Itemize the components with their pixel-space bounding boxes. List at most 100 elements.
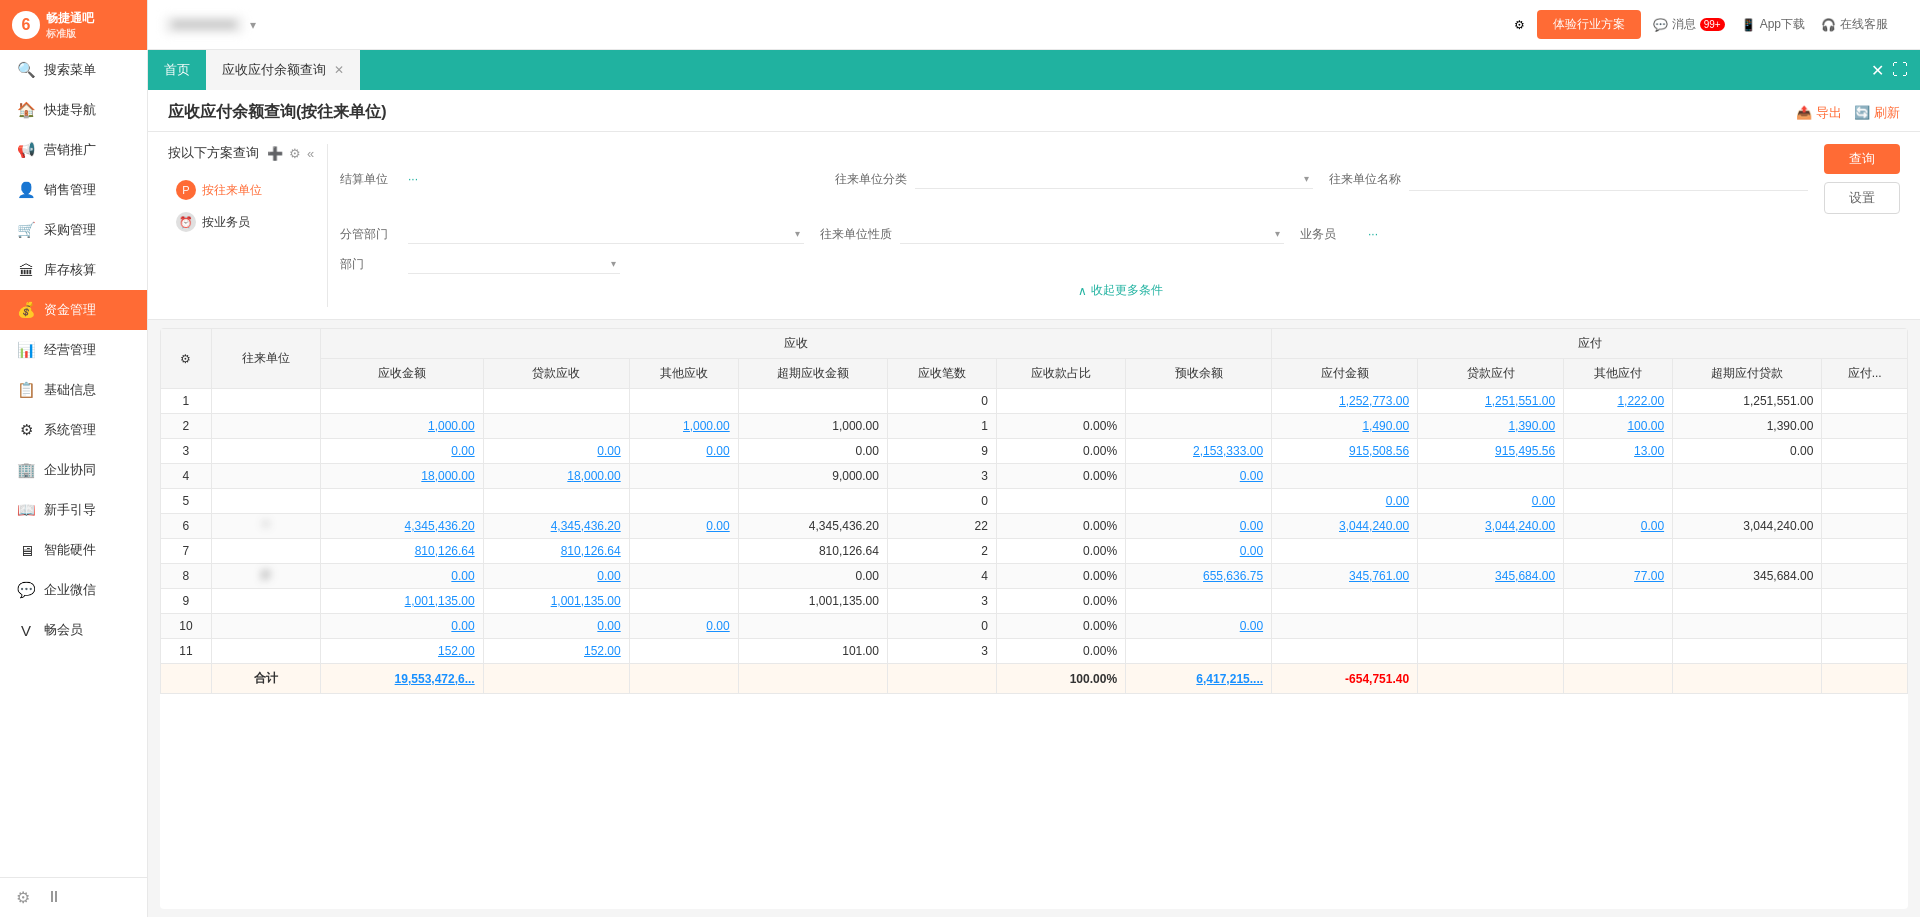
app-download[interactable]: 📱 App下载 (1741, 16, 1805, 33)
sidebar-item-member[interactable]: V畅会员 (0, 610, 147, 650)
cell-link[interactable]: 915,508.56 (1272, 439, 1418, 464)
cell-link[interactable]: 18,000.00 (320, 464, 483, 489)
cell-link[interactable]: 152.00 (320, 639, 483, 664)
collapse-button[interactable]: ∧ 收起更多条件 (340, 274, 1900, 307)
footer-advance[interactable]: 6,417,215.... (1126, 664, 1272, 694)
sidebar-item-finance[interactable]: 💰资金管理 (0, 290, 147, 330)
cell-link[interactable]: 0.00 (1126, 614, 1272, 639)
sidebar-item-smart[interactable]: 🖥智能硬件 (0, 530, 147, 570)
filter-option-by-unit[interactable]: P 按往来单位 (168, 174, 315, 206)
tab-close-icon[interactable]: ✕ (334, 63, 344, 77)
cell-link[interactable]: 1,252,773.00 (1272, 389, 1418, 414)
tab-ar-ap[interactable]: 应收应付余额查询 ✕ (206, 50, 360, 90)
breadcrumb-arrow-icon[interactable]: ▾ (250, 18, 256, 32)
cell-link[interactable]: 4,345,436.20 (483, 514, 629, 539)
filter-row-3: 部门 ▾ (340, 254, 1900, 274)
cell-link[interactable]: 0.00 (320, 614, 483, 639)
cell-link[interactable]: 1,001,135.00 (320, 589, 483, 614)
export-button[interactable]: 📤 导出 (1796, 104, 1842, 122)
settings-button[interactable]: 设置 (1824, 182, 1900, 214)
sidebar-item-wechat[interactable]: 💬企业微信 (0, 570, 147, 610)
sidebar-item-system[interactable]: ⚙系统管理 (0, 410, 147, 450)
cell-link[interactable]: 810,126.64 (320, 539, 483, 564)
cell-link[interactable]: 0.00 (483, 564, 629, 589)
cell-link[interactable]: 345,684.00 (1418, 564, 1564, 589)
message-icon[interactable]: 💬 消息 99+ (1653, 16, 1725, 33)
promo-button[interactable]: 体验行业方案 (1537, 10, 1641, 39)
topbar-settings-icon[interactable]: ⚙ (1514, 18, 1525, 32)
cell-link[interactable]: 1,490.00 (1272, 414, 1418, 439)
page-header: 应收应付余额查询(按往来单位) 📤 导出 🔄 刷新 (148, 90, 1920, 132)
cell-link[interactable]: 4,345,436.20 (320, 514, 483, 539)
footer-ap-amount: -654,751.40 (1272, 664, 1418, 694)
cell-link[interactable]: 655,636.75 (1126, 564, 1272, 589)
window-close-icon[interactable]: ✕ (1871, 61, 1884, 80)
sidebar-item-marketing[interactable]: 📢营销推广 (0, 130, 147, 170)
salesperson-dots-icon[interactable]: ··· (1368, 227, 1378, 241)
sidebar-item-warehouse[interactable]: 🏛库存核算 (0, 250, 147, 290)
online-service[interactable]: 🎧 在线客服 (1821, 16, 1888, 33)
window-maximize-icon[interactable]: ⛶ (1892, 61, 1908, 80)
cell-link[interactable]: 3,044,240.00 (1272, 514, 1418, 539)
filter-option-by-staff[interactable]: ⏰ 按业务员 (168, 206, 315, 238)
cell-link[interactable]: 18,000.00 (483, 464, 629, 489)
cell-link[interactable]: 0.00 (483, 614, 629, 639)
sidebar-item-purchase[interactable]: 🛒采购管理 (0, 210, 147, 250)
sidebar-settings-icon[interactable]: ⚙ (16, 888, 30, 907)
dept-manage-select[interactable]: ▾ (408, 224, 804, 244)
cell-link[interactable]: 0.00 (629, 439, 738, 464)
query-button[interactable]: 查询 (1824, 144, 1900, 174)
collapse-scheme-icon[interactable]: « (307, 146, 314, 161)
table-row: 6 ^ 4,345,436.20 4,345,436.20 0.00 4,345… (161, 514, 1908, 539)
dept-select[interactable]: ▾ (408, 254, 620, 274)
sidebar-item-enterprise[interactable]: 🏢企业协同 (0, 450, 147, 490)
cell-link[interactable]: 0.00 (320, 439, 483, 464)
refresh-button[interactable]: 🔄 刷新 (1854, 104, 1900, 122)
cell-link[interactable]: 3,044,240.00 (1418, 514, 1564, 539)
cell-link[interactable]: 13.00 (1564, 439, 1673, 464)
cell-link[interactable]: 810,126.64 (483, 539, 629, 564)
sidebar-item-nav[interactable]: 🏠快捷导航 (0, 90, 147, 130)
cell-link[interactable]: 0.00 (1126, 514, 1272, 539)
cell-link[interactable]: 1,390.00 (1418, 414, 1564, 439)
cell-link[interactable]: 0.00 (1126, 464, 1272, 489)
unit-nature-select[interactable]: ▾ (900, 224, 1284, 244)
sidebar-finance-icon: 💰 (16, 300, 36, 320)
unit-name-input[interactable] (1409, 168, 1808, 191)
sidebar-item-search[interactable]: 🔍搜索菜单 (0, 50, 147, 90)
sidebar-item-operation[interactable]: 📊经营管理 (0, 330, 147, 370)
cell-link[interactable]: 1,251,551.00 (1418, 389, 1564, 414)
cell-num: 0.00 (738, 439, 887, 464)
table-settings-icon[interactable]: ⚙ (180, 352, 191, 366)
cell-link[interactable]: 915,495.56 (1418, 439, 1564, 464)
cell-link[interactable]: 0.00 (1126, 539, 1272, 564)
cell-link[interactable]: 0.00 (1564, 514, 1673, 539)
cell-link[interactable]: 0.00 (483, 439, 629, 464)
sidebar-item-sales[interactable]: 👤销售管理 (0, 170, 147, 210)
cell-link[interactable]: 0.00 (629, 514, 738, 539)
cell-link[interactable]: 0.00 (1272, 489, 1418, 514)
footer-ar-amount[interactable]: 19,553,472,6... (320, 664, 483, 694)
cell-link[interactable]: 345,761.00 (1272, 564, 1418, 589)
cell-link[interactable]: 1,000.00 (320, 414, 483, 439)
settlement-dots-icon[interactable]: ··· (408, 172, 418, 186)
cell-link[interactable]: 1,000.00 (629, 414, 738, 439)
tab-home[interactable]: 首页 (148, 50, 206, 90)
sidebar-collapse-icon[interactable]: ⏸ (46, 888, 62, 907)
cell-link[interactable]: 1,001,135.00 (483, 589, 629, 614)
cell-link[interactable]: 0.00 (1418, 489, 1564, 514)
cell-link[interactable]: 2,153,333.00 (1126, 439, 1272, 464)
cell-link[interactable]: 0.00 (320, 564, 483, 589)
table-row: 2 1,000.00 1,000.00 1,000.00 1 0.00% 1,4… (161, 414, 1908, 439)
sidebar-item-base[interactable]: 📋基础信息 (0, 370, 147, 410)
cell-link[interactable]: 1,222.00 (1564, 389, 1673, 414)
add-scheme-icon[interactable]: ➕ (267, 146, 283, 161)
unit-category-select[interactable]: ▾ (915, 169, 1314, 189)
cell-link[interactable]: 100.00 (1564, 414, 1673, 439)
table-row: 3 0.00 0.00 0.00 0.00 9 0.00% 2,153,333.… (161, 439, 1908, 464)
cell-link[interactable]: 152.00 (483, 639, 629, 664)
edit-scheme-icon[interactable]: ⚙ (289, 146, 301, 161)
cell-link[interactable]: 0.00 (629, 614, 738, 639)
cell-link[interactable]: 77.00 (1564, 564, 1673, 589)
sidebar-item-guide[interactable]: 📖新手引导 (0, 490, 147, 530)
